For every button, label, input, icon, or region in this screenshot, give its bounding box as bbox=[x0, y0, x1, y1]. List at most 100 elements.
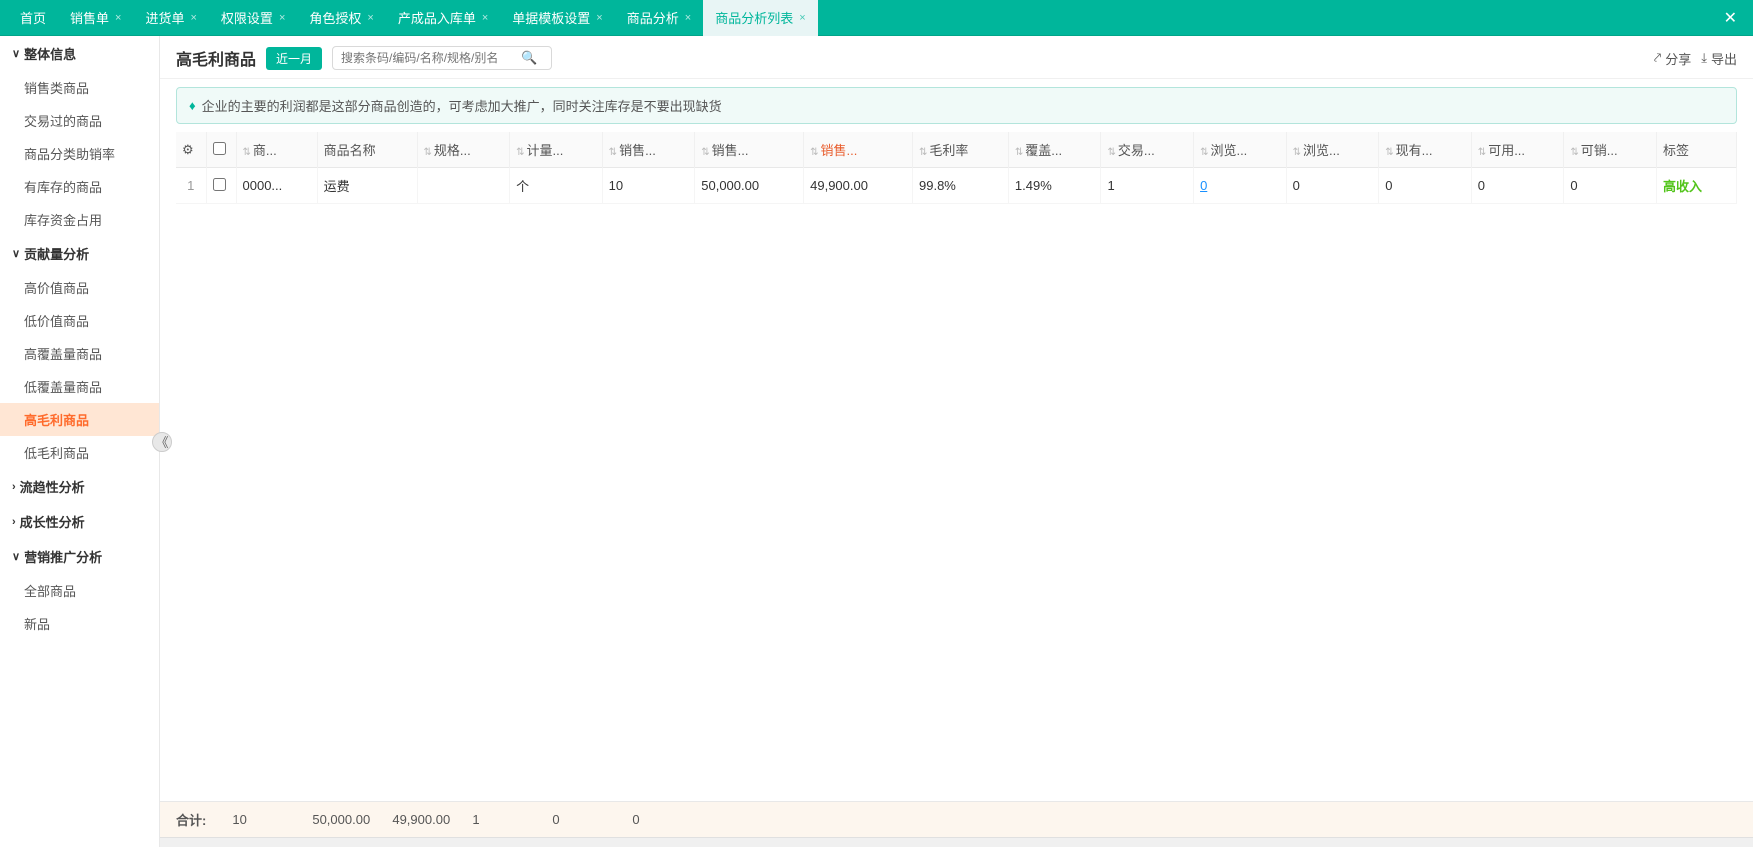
sidebar-item-stocked-goods[interactable]: 有库存的商品 bbox=[0, 170, 159, 203]
nav-tab-analysis[interactable]: 商品分析 × bbox=[615, 0, 703, 36]
nav-tab-home[interactable]: 首页 bbox=[8, 0, 58, 36]
sidebar-item-high-coverage[interactable]: 高覆盖量商品 bbox=[0, 337, 159, 370]
sidebar-item-low-margin[interactable]: 低毛利商品 bbox=[0, 436, 159, 469]
sidebar-item-low-coverage[interactable]: 低覆盖量商品 bbox=[0, 370, 159, 403]
col-name[interactable]: 商品名称 bbox=[317, 132, 417, 168]
sidebar-item-all-goods[interactable]: 全部商品 bbox=[0, 574, 159, 607]
nav-tab-production[interactable]: 产成品入库单 × bbox=[386, 0, 500, 36]
col-unit[interactable]: ⇅计量... bbox=[510, 132, 603, 168]
sort-icon: ⇅ bbox=[919, 147, 927, 158]
sidebar-group-overall[interactable]: ∨ 整体信息 bbox=[0, 36, 159, 71]
footer-sales-profit: 49,900.00 bbox=[386, 812, 466, 827]
close-icon[interactable]: × bbox=[190, 12, 196, 24]
col-stock-avail[interactable]: ⇅可用... bbox=[1471, 132, 1564, 168]
row-sales-amt: 50,000.00 bbox=[695, 168, 804, 204]
footer-sales-qty: 10 bbox=[226, 812, 306, 827]
col-stock-now[interactable]: ⇅现有... bbox=[1379, 132, 1472, 168]
chevron-down-icon: ∨ bbox=[12, 47, 20, 60]
date-filter-button[interactable]: 近一月 bbox=[266, 47, 322, 70]
sidebar-item-high-value[interactable]: 高价值商品 bbox=[0, 271, 159, 304]
sort-icon: ⇅ bbox=[516, 147, 524, 158]
window-close-button[interactable]: ✕ bbox=[1716, 8, 1745, 28]
sidebar-wrapper: ∨ 整体信息 销售类商品 交易过的商品 商品分类助销率 有库存的商品 库存资金占… bbox=[0, 36, 160, 847]
sidebar-item-low-value[interactable]: 低价值商品 bbox=[0, 304, 159, 337]
close-icon[interactable]: × bbox=[482, 12, 488, 24]
sort-icon: ⇅ bbox=[1200, 147, 1208, 158]
top-navigation: 首页 销售单 × 进货单 × 权限设置 × 角色授权 × 产成品入库单 × 单据… bbox=[0, 0, 1753, 36]
chevron-right-icon: › bbox=[12, 481, 16, 493]
close-icon[interactable]: × bbox=[279, 12, 285, 24]
nav-tab-permission[interactable]: 权限设置 × bbox=[209, 0, 297, 36]
sidebar-item-sales-goods[interactable]: 销售类商品 bbox=[0, 71, 159, 104]
col-browse1[interactable]: ⇅浏览... bbox=[1194, 132, 1287, 168]
sidebar-group-marketing[interactable]: ∨ 营销推广分析 bbox=[0, 539, 159, 574]
footer-sales-amt: 50,000.00 bbox=[306, 812, 386, 827]
sort-icon: ⇅ bbox=[1293, 147, 1301, 158]
sidebar-group-growth[interactable]: › 成长性分析 bbox=[0, 504, 159, 539]
chevron-down-icon: ∨ bbox=[12, 247, 20, 260]
row-stock-avail: 0 bbox=[1471, 168, 1564, 204]
nav-tab-purchase[interactable]: 进货单 × bbox=[133, 0, 208, 36]
sort-icon: ⇅ bbox=[1015, 147, 1023, 158]
nav-tab-role[interactable]: 角色授权 × bbox=[297, 0, 385, 36]
main-layout: ∨ 整体信息 销售类商品 交易过的商品 商品分类助销率 有库存的商品 库存资金占… bbox=[0, 36, 1753, 847]
sidebar-item-category-sales-rate[interactable]: 商品分类助销率 bbox=[0, 137, 159, 170]
row-transactions: 1 bbox=[1101, 168, 1194, 204]
sidebar-item-traded-goods[interactable]: 交易过的商品 bbox=[0, 104, 159, 137]
close-icon[interactable]: × bbox=[685, 12, 691, 24]
chevron-right-icon: › bbox=[12, 516, 16, 528]
sidebar-item-new-goods[interactable]: 新品 bbox=[0, 607, 159, 640]
footer-transactions: 1 bbox=[466, 812, 546, 827]
close-icon[interactable]: × bbox=[367, 12, 373, 24]
settings-icon[interactable]: ⚙ bbox=[182, 142, 194, 157]
sort-icon: ⇅ bbox=[424, 147, 432, 158]
nav-tab-sales[interactable]: 销售单 × bbox=[58, 0, 133, 36]
row-index: 1 bbox=[176, 168, 206, 204]
search-box[interactable]: 🔍 bbox=[332, 46, 552, 70]
row-coverage: 1.49% bbox=[1008, 168, 1101, 204]
close-icon[interactable]: × bbox=[115, 12, 121, 24]
row-select-checkbox[interactable] bbox=[213, 178, 226, 191]
col-transactions[interactable]: ⇅交易... bbox=[1101, 132, 1194, 168]
sidebar-group-trend[interactable]: › 流趋性分析 bbox=[0, 469, 159, 504]
table-container: ⚙ ⇅商... 商品名称 ⇅规格... ⇅计量... ⇅销售... ⇅销售...… bbox=[160, 132, 1753, 801]
footer-stock-now: 0 bbox=[546, 812, 626, 827]
table-row: 1 0000... 运费 bbox=[176, 168, 1737, 204]
sidebar-item-stock-capital[interactable]: 库存资金占用 bbox=[0, 203, 159, 236]
col-stock-sell[interactable]: ⇅可销... bbox=[1564, 132, 1657, 168]
search-icon[interactable]: 🔍 bbox=[521, 50, 537, 66]
sort-icon: ⇅ bbox=[810, 147, 818, 158]
info-icon: ♦ bbox=[189, 98, 196, 113]
close-icon[interactable]: × bbox=[799, 12, 805, 24]
sidebar-item-high-margin[interactable]: 高毛利商品 bbox=[0, 403, 159, 436]
col-gross-rate[interactable]: ⇅毛利率 bbox=[913, 132, 1009, 168]
table-header-row: ⚙ ⇅商... 商品名称 ⇅规格... ⇅计量... ⇅销售... ⇅销售...… bbox=[176, 132, 1737, 168]
horizontal-scrollbar[interactable] bbox=[160, 837, 1753, 847]
col-sales-qty[interactable]: ⇅销售... bbox=[602, 132, 695, 168]
col-code[interactable]: ⇅商... bbox=[236, 132, 317, 168]
col-settings[interactable]: ⚙ bbox=[176, 132, 206, 168]
nav-tab-template[interactable]: 单据模板设置 × bbox=[500, 0, 614, 36]
table-footer: 合计: 10 50,000.00 49,900.00 1 0 0 bbox=[160, 801, 1753, 837]
nav-tab-analysis-list[interactable]: 商品分析列表 × bbox=[703, 0, 817, 36]
row-checkbox[interactable] bbox=[206, 168, 236, 204]
row-sales-qty: 10 bbox=[602, 168, 695, 204]
col-sales-profit[interactable]: ⇅销售... bbox=[804, 132, 913, 168]
select-all-checkbox[interactable] bbox=[213, 142, 226, 155]
col-spec[interactable]: ⇅规格... bbox=[417, 132, 510, 168]
row-sales-profit: 49,900.00 bbox=[804, 168, 913, 204]
close-icon[interactable]: × bbox=[596, 12, 602, 24]
share-button[interactable]: ⤤ 分享 bbox=[1654, 49, 1691, 68]
footer-values: 10 50,000.00 49,900.00 1 0 0 bbox=[226, 812, 706, 827]
row-browse1[interactable]: 0 bbox=[1194, 168, 1287, 204]
search-input[interactable] bbox=[341, 51, 521, 65]
col-browse2[interactable]: ⇅浏览... bbox=[1286, 132, 1379, 168]
footer-stock-avail: 0 bbox=[626, 812, 706, 827]
sort-icon: ⇅ bbox=[701, 147, 709, 158]
col-coverage[interactable]: ⇅覆盖... bbox=[1008, 132, 1101, 168]
sidebar-group-contribution[interactable]: ∨ 贡献量分析 bbox=[0, 236, 159, 271]
export-button[interactable]: ⤓ 导出 bbox=[1701, 49, 1737, 68]
sidebar-collapse-button[interactable]: 《 bbox=[152, 432, 172, 452]
header-actions: ⤤ 分享 ⤓ 导出 bbox=[1654, 49, 1737, 68]
col-sales-amt[interactable]: ⇅销售... bbox=[695, 132, 804, 168]
